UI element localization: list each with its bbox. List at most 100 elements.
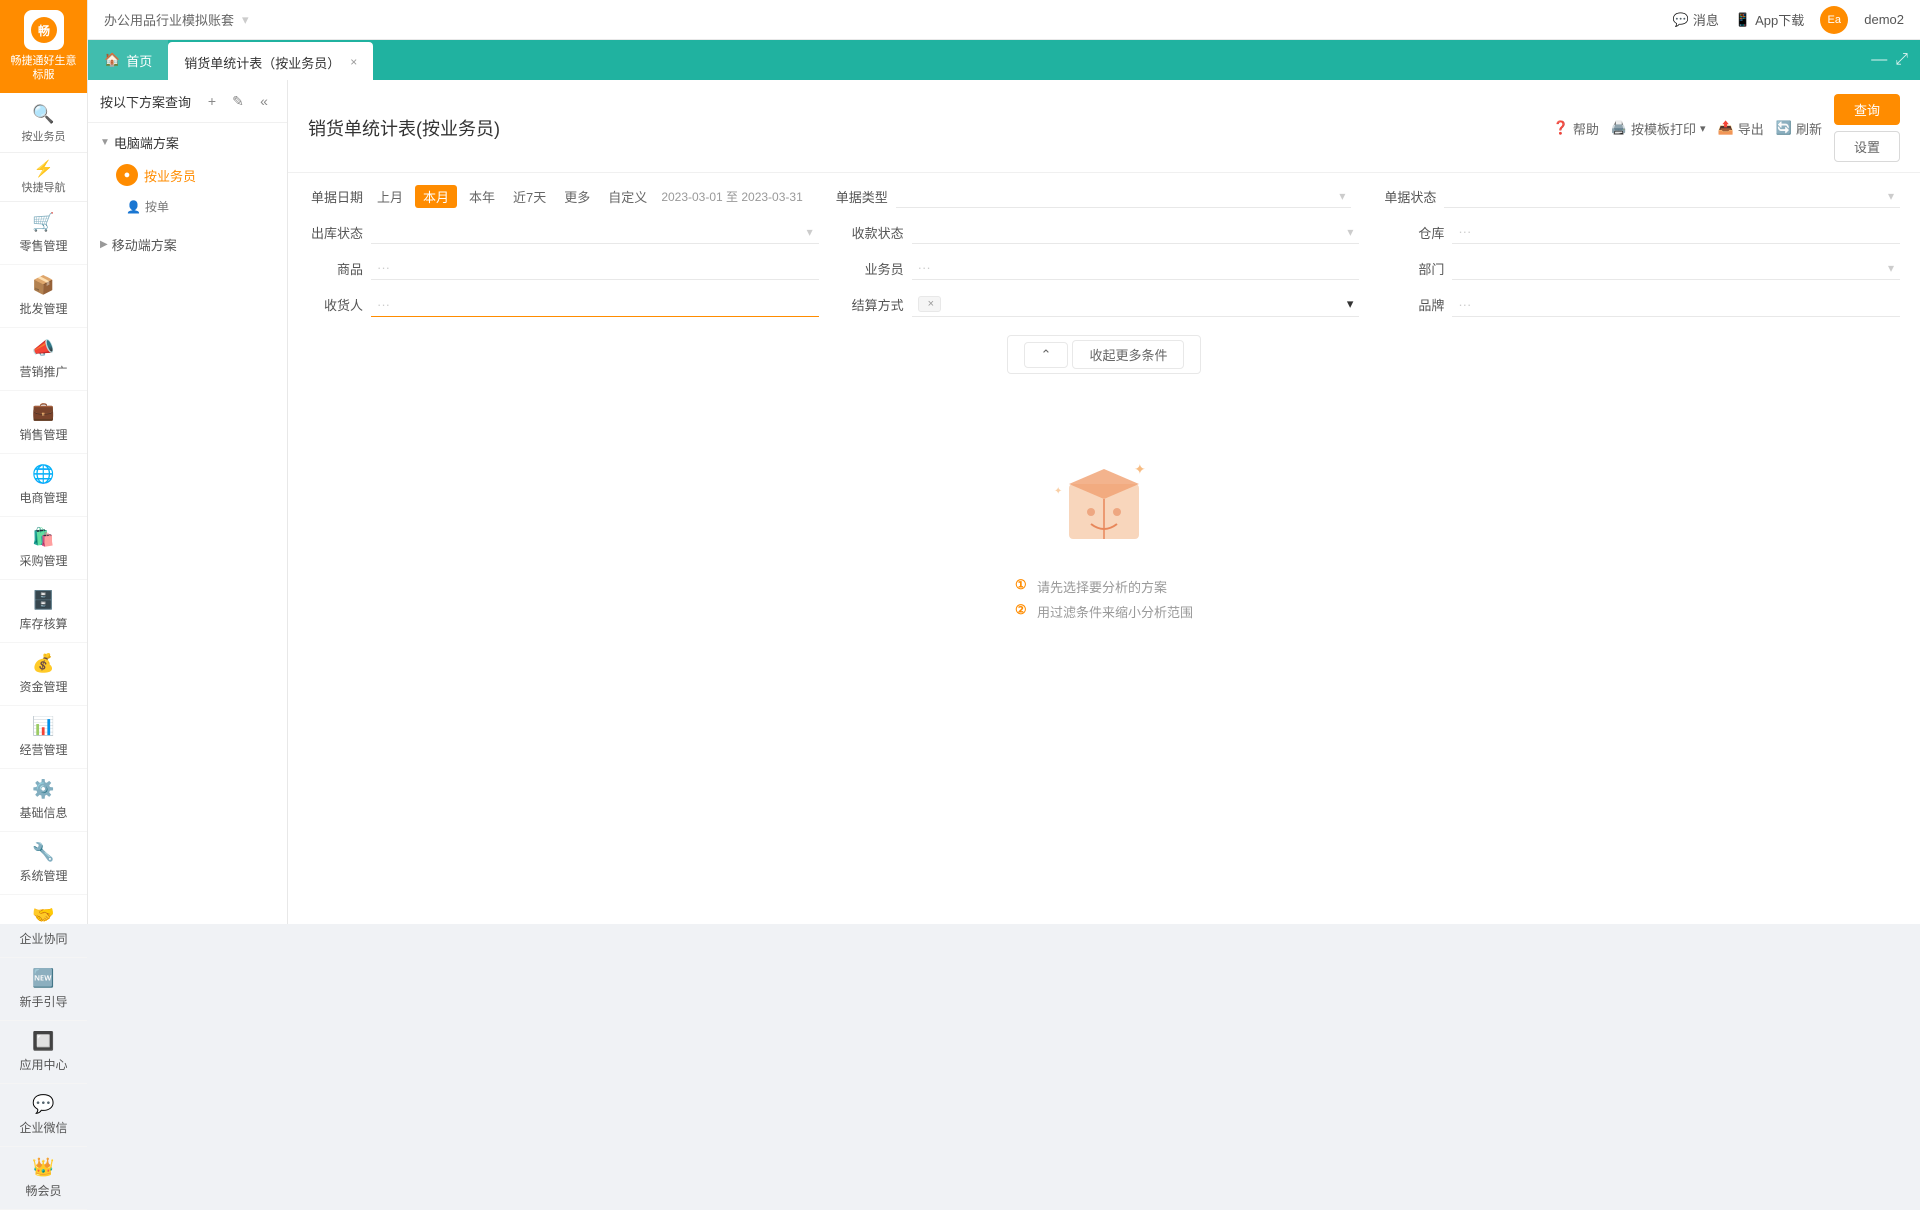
dept-filter: 部门 ▾ — [1389, 257, 1900, 280]
date-tab-lastmonth[interactable]: 上月 — [371, 185, 409, 208]
breadcrumb-text: 办公用品行业模拟账套 — [104, 10, 234, 29]
scheme-item-order[interactable]: 👤 按单 — [88, 192, 287, 221]
export-btn[interactable]: 📤 导出 — [1718, 119, 1764, 138]
tab-active-label: 销货单统计表（按业务员） — [184, 53, 340, 72]
tab-bar-actions: — ⤢ — [1871, 51, 1920, 69]
tab-close-btn[interactable]: × — [350, 55, 357, 69]
sidebar-item-member[interactable]: 👑 畅会员 — [0, 1147, 87, 1210]
sidebar-item-guide[interactable]: 🆕 新手引导 — [0, 958, 87, 1021]
sidebar-quick-nav[interactable]: ⚡ 快捷导航 — [0, 153, 87, 202]
sidebar-item-purchase[interactable]: 🛍️ 采购管理 — [0, 517, 87, 580]
tab-maximize-btn[interactable]: ⤢ — [1895, 51, 1908, 69]
app-download-icon: 📱 — [1735, 12, 1751, 28]
filter-area: 单据日期 上月 本月 本年 近7天 更多 自定义 2023-03-01 至 20… — [288, 173, 1920, 699]
doc-status-select[interactable]: ▾ — [1444, 185, 1900, 208]
date-tabs: 上月 本月 本年 近7天 更多 自定义 — [371, 185, 653, 208]
sidebar-item-inventory[interactable]: 🗄️ 库存核算 — [0, 580, 87, 643]
scheme-edit-btn[interactable]: ✎ — [227, 90, 249, 112]
user-name[interactable]: demo2 — [1864, 12, 1904, 27]
sidebar-item-corp[interactable]: 🤝 企业协同 — [0, 895, 87, 958]
tab-active[interactable]: 销货单统计表（按业务员） × — [168, 42, 373, 82]
sidebar-item-finance[interactable]: 💰 资金管理 — [0, 643, 87, 706]
help-label: 帮助 — [1573, 119, 1599, 138]
consignee-value: ··· — [377, 297, 390, 312]
salesman-input[interactable]: ··· — [912, 256, 1360, 280]
sidebar-item-wechat[interactable]: 💬 企业微信 — [0, 1084, 87, 1147]
message-icon: 💬 — [1673, 12, 1689, 28]
tab-home[interactable]: 🏠 首页 — [88, 40, 168, 80]
goods-filter: 商品 ··· — [308, 256, 819, 280]
desktop-scheme-title[interactable]: ▼ 电脑端方案 — [88, 127, 287, 158]
print-dropdown-icon[interactable]: ▾ — [1700, 122, 1706, 135]
print-icon: 🖨️ — [1611, 120, 1627, 136]
scheme-item-salesman[interactable]: ● 按业务员 — [88, 158, 287, 192]
out-status-select[interactable]: ▾ — [371, 221, 819, 244]
scheme-collapse-btn[interactable]: « — [253, 90, 275, 112]
purchase-label: 采购管理 — [19, 552, 67, 569]
doc-type-select[interactable]: ▾ — [896, 185, 1352, 208]
sidebar-item-sales[interactable]: 💼 销售管理 — [0, 391, 87, 454]
scheme-panel-header: 按以下方案查询 + ✎ « — [88, 80, 287, 123]
collect-status-select[interactable]: ▾ — [912, 221, 1360, 244]
out-status-filter: 出库状态 ▾ — [308, 221, 819, 244]
salesman-filter: 业务员 ··· — [849, 256, 1360, 280]
collapse-icon: ⌃ — [1024, 342, 1069, 368]
sidebar-item-ecom[interactable]: 🌐 电商管理 — [0, 454, 87, 517]
mobile-scheme-label: 移动端方案 — [112, 235, 177, 254]
sales-icon: 💼 — [32, 401, 54, 422]
sidebar-item-operation[interactable]: 📊 经营管理 — [0, 706, 87, 769]
wholesale-icon: 📦 — [32, 275, 54, 296]
desktop-scheme-label: 电脑端方案 — [114, 133, 179, 152]
doc-type-label: 单据类型 — [833, 187, 888, 206]
sidebar-item-retail[interactable]: 🛒 零售管理 — [0, 202, 87, 265]
refresh-btn[interactable]: 🔄 刷新 — [1776, 119, 1822, 138]
breadcrumb-dropdown-icon[interactable]: ▾ — [242, 12, 249, 28]
settle-label: 结算方式 — [849, 295, 904, 314]
user-avatar[interactable]: Ea — [1820, 6, 1848, 34]
collapse-btn[interactable]: ⌃ 收起更多条件 — [1007, 335, 1202, 374]
logo-icon: 畅 — [24, 10, 64, 50]
sidebar-item-basic[interactable]: ⚙️ 基础信息 — [0, 769, 87, 832]
message-action[interactable]: 💬 消息 — [1673, 10, 1719, 29]
consignee-input[interactable]: ··· — [371, 293, 819, 317]
sidebar-search-item[interactable]: 🔍 按业务员 — [0, 93, 87, 153]
tip1-num: ① — [1015, 577, 1031, 593]
scheme-add-btn[interactable]: + — [201, 90, 223, 112]
brand-input[interactable]: ··· — [1452, 293, 1900, 317]
date-tab-more[interactable]: 更多 — [558, 185, 596, 208]
date-tab-thismonth[interactable]: 本月 — [415, 185, 457, 208]
dept-select[interactable]: ▾ — [1452, 257, 1900, 280]
settle-control[interactable]: × ▾ — [912, 292, 1360, 317]
sidebar-item-system[interactable]: 🔧 系统管理 — [0, 832, 87, 895]
settle-tag-close[interactable]: × — [928, 298, 934, 310]
basic-icon: ⚙️ — [32, 779, 54, 800]
salesman-label: 业务员 — [849, 259, 904, 278]
help-btn[interactable]: ❓ 帮助 — [1553, 119, 1599, 138]
sidebar-item-wholesale[interactable]: 📦 批发管理 — [0, 265, 87, 328]
export-icon: 📤 — [1718, 120, 1734, 136]
date-tab-7days[interactable]: 近7天 — [507, 185, 552, 208]
tab-minimize-btn[interactable]: — — [1871, 51, 1887, 69]
print-btn[interactable]: 🖨️ 按模板打印 ▾ — [1611, 119, 1706, 138]
sidebar-item-marketing[interactable]: 📣 营销推广 — [0, 328, 87, 391]
sidebar-item-apps[interactable]: 🔲 应用中心 — [0, 1021, 87, 1084]
sub-item-icon: 👤 — [126, 200, 141, 214]
mobile-scheme-title[interactable]: ▶ 移动端方案 — [88, 229, 287, 260]
warehouse-filter: 仓库 ··· — [1389, 220, 1900, 244]
print-label: 按模板打印 — [1631, 119, 1696, 138]
goods-input[interactable]: ··· — [371, 256, 819, 280]
app-download-action[interactable]: 📱 App下载 — [1735, 10, 1804, 29]
date-tab-custom[interactable]: 自定义 — [602, 185, 653, 208]
brand-label: 品牌 — [1389, 295, 1444, 314]
settings-button[interactable]: 设置 — [1834, 131, 1900, 162]
guide-label: 新手引导 — [19, 993, 67, 1010]
warehouse-input[interactable]: ··· — [1452, 220, 1900, 244]
date-tab-thisyear[interactable]: 本年 — [463, 185, 501, 208]
scheme-header-label: 按以下方案查询 — [100, 92, 191, 111]
consignee-label: 收货人 — [308, 295, 363, 314]
sidebar-logo[interactable]: 畅 畅捷通好生意 标服 — [0, 0, 87, 93]
query-button[interactable]: 查询 — [1834, 94, 1900, 125]
settle-tag[interactable]: × — [918, 296, 941, 312]
corp-icon: 🤝 — [32, 905, 54, 926]
wechat-label: 企业微信 — [19, 1119, 67, 1136]
